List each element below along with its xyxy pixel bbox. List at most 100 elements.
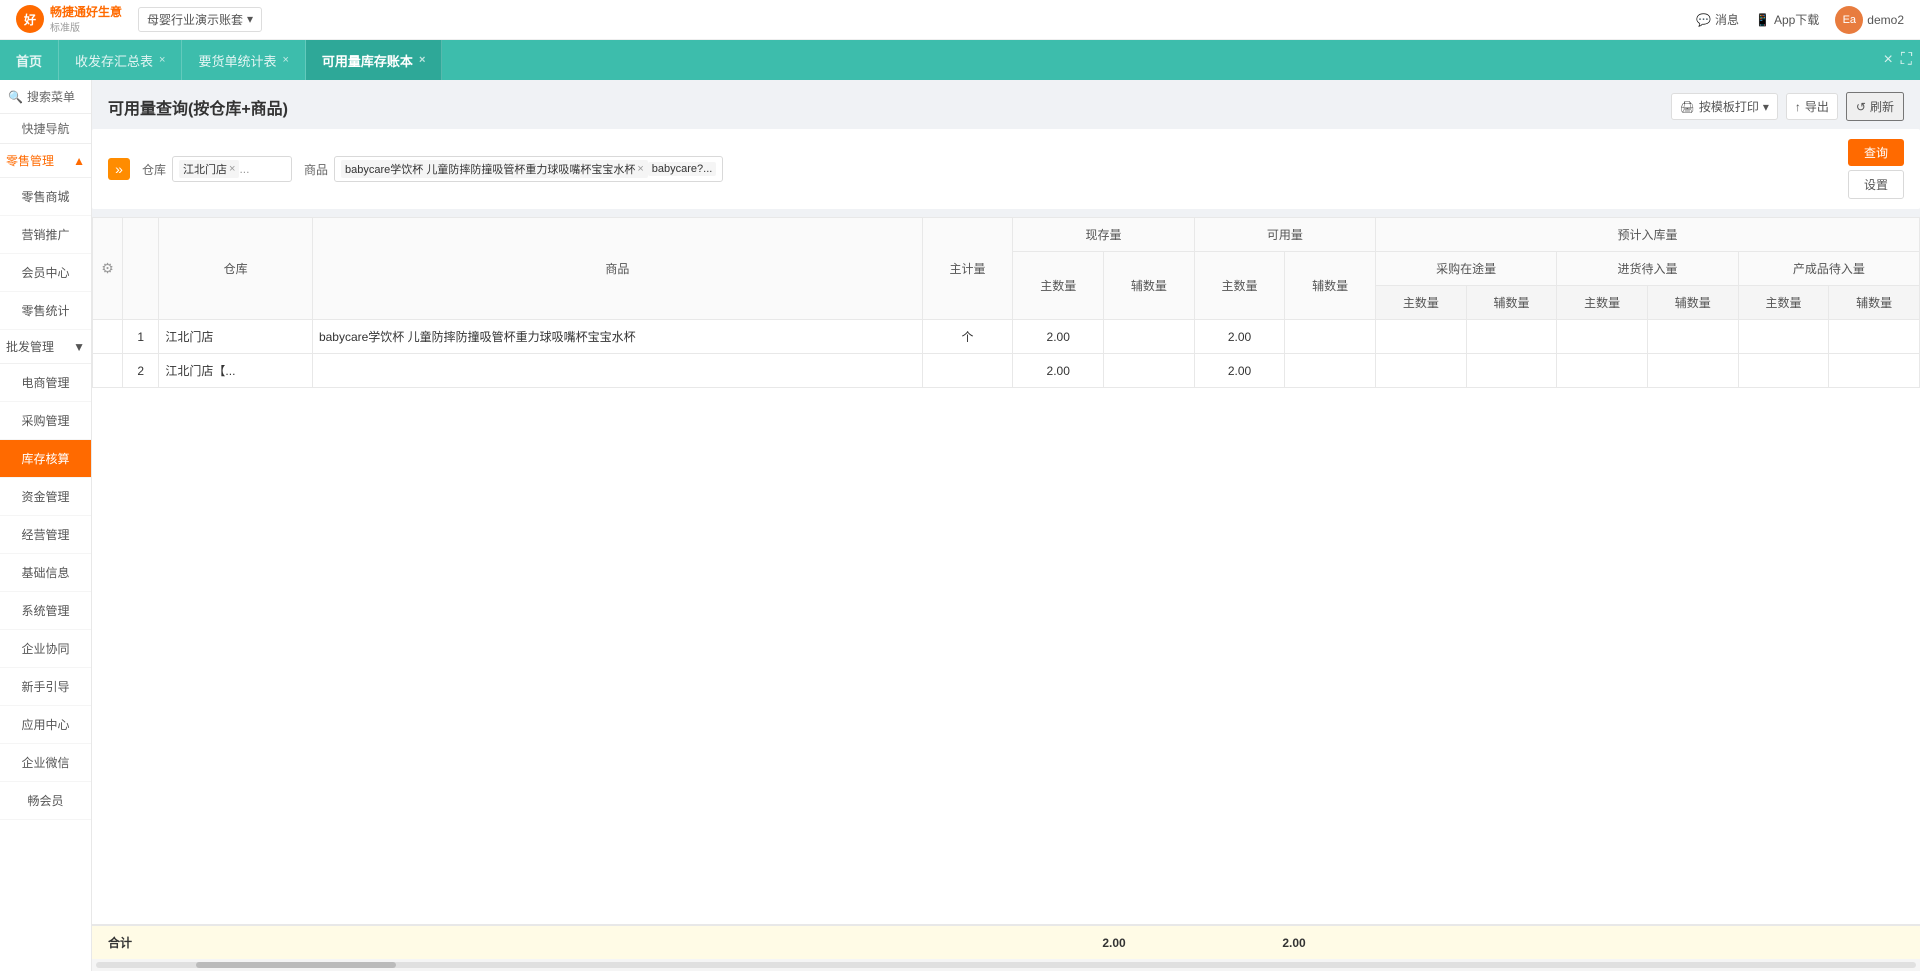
row-available-aux [1285,320,1376,354]
sidebar-item-label: 零售统计 [21,302,69,319]
sidebar-item-marketing[interactable]: 营销推广 [0,216,91,254]
row-pt-main [1376,354,1467,388]
content-area: 可用量查询(按仓库+商品) 🖨 按模板打印 ▾ ↑ 导出 ↺ 刷新 [92,80,1920,971]
product-remove-icon-1[interactable]: × [637,163,643,175]
table-row: 2 江北门店【... 2.00 2.00 [93,354,1920,388]
col-current-main-header: 主数量 [1013,252,1104,320]
sidebar-item-new-guide[interactable]: 新手引导 [0,668,91,706]
sidebar-item-retail-mgmt[interactable]: 零售管理 ▲ [0,144,91,178]
sidebar-item-app-center[interactable]: 应用中心 [0,706,91,744]
filter-expand-button[interactable]: » [108,158,130,180]
sidebar-item-vip[interactable]: 畅会员 [0,782,91,820]
logo-text-group: 畅捷通好生意 标准版 [50,5,122,34]
logo-area: 好 畅捷通好生意 标准版 [16,5,122,34]
messages-button[interactable]: 💬 消息 [1696,11,1739,28]
col-available-aux-header: 辅数量 [1285,252,1376,320]
fullscreen-icon[interactable]: ⛶ [1901,51,1912,69]
sidebar-item-label: 电商管理 [21,374,69,391]
print-button[interactable]: 🖨 按模板打印 ▾ [1671,93,1778,120]
scrollbar-thumb[interactable] [196,962,396,968]
sidebar-item-enterprise-collab[interactable]: 企业协同 [0,630,91,668]
sidebar-search-label: 搜索菜单 [27,88,75,105]
col-production-header: 产成品待入量 [1738,252,1919,286]
settings-gear-icon[interactable]: ⚙ [101,260,114,276]
warehouse-filter: 仓库 江北门店 × ... [142,156,292,182]
col-production-aux: 辅数量 [1829,286,1920,320]
row-warehouse: 江北门店【... [159,354,313,388]
sidebar-item-wholesale-mgmt[interactable]: 批发管理 ▼ [0,330,91,364]
industry-selector[interactable]: 母婴行业演示账套 ▾ [138,7,262,32]
row-inc-main [1557,354,1648,388]
row-settings [93,354,123,388]
product-tag-2: babycare?... [648,162,717,176]
sidebar-item-purchase[interactable]: 采购管理 [0,402,91,440]
sidebar-item-member[interactable]: 会员中心 [0,254,91,292]
row-index: 2 [123,354,159,388]
warehouse-ellipsis[interactable]: ... [239,162,249,176]
warehouse-remove-icon[interactable]: × [229,163,235,175]
sidebar-item-retail-mall[interactable]: 零售商城 [0,178,91,216]
print-label: 按模板打印 [1699,98,1759,115]
sidebar-item-label: 会员中心 [21,264,69,281]
product-filter: 商品 babycare学饮杯 儿童防摔防撞吸管杯重力球吸嘴杯宝宝水杯 × bab… [304,156,723,182]
filter-actions: 查询 设置 [1848,139,1904,199]
row-unit: 个 [922,320,1013,354]
sidebar-item-finance[interactable]: 资金管理 [0,478,91,516]
row-unit [922,354,1013,388]
top-bar: 好 畅捷通好生意 标准版 母婴行业演示账套 ▾ 💬 消息 📱 App下载 Ea … [0,0,1920,40]
user-name: demo2 [1867,13,1904,27]
col-warehouse-header: 仓库 [159,218,313,320]
row-inc-main [1557,320,1648,354]
row-available-aux [1285,354,1376,388]
sidebar-item-label: 企业协同 [21,640,69,657]
main-layout: 🔍 搜索菜单 快捷导航 零售管理 ▲ 零售商城 营销推广 会员中心 零售统计 批… [0,80,1920,971]
refresh-button[interactable]: ↺ 刷新 [1846,92,1904,121]
sidebar-item-retail-stats[interactable]: 零售统计 [0,292,91,330]
close-all-icon[interactable]: × [1883,51,1892,69]
query-button[interactable]: 查询 [1848,139,1904,166]
sidebar-item-ecommerce[interactable]: 电商管理 [0,364,91,402]
row-product: babycare学饮杯 儿童防摔防撞吸管杯重力球吸嘴杯宝宝水杯 [312,320,922,354]
sidebar-item-inventory[interactable]: 库存核算 [0,440,91,478]
chevron-icon: ▲ [73,154,85,168]
col-unit-header: 主计量 [922,218,1013,320]
phone-icon: 📱 [1755,13,1770,27]
col-current-stock-header: 现存量 [1013,218,1194,252]
sidebar-quick-nav[interactable]: 快捷导航 [0,114,91,144]
row-pt-aux [1466,354,1557,388]
tab-receivable-close[interactable]: × [159,55,165,66]
col-production-main: 主数量 [1738,286,1829,320]
tab-order-stats[interactable]: 要货单统计表 × [182,40,305,80]
chevron-icon: ▼ [73,340,85,354]
sidebar-item-enterprise-wechat[interactable]: 企业微信 [0,744,91,782]
sidebar-item-operations[interactable]: 经营管理 [0,516,91,554]
tab-receivable[interactable]: 收发存汇总表 × [59,40,182,80]
warehouse-input[interactable]: 江北门店 × ... [172,156,292,182]
export-button[interactable]: ↑ 导出 [1786,93,1838,120]
tab-available-stock-close[interactable]: × [419,55,425,66]
col-purchase-transit-aux: 辅数量 [1466,286,1557,320]
row-prod-main [1738,354,1829,388]
avatar: Ea [1835,6,1863,34]
col-incoming-main: 主数量 [1557,286,1648,320]
sidebar-item-system[interactable]: 系统管理 [0,592,91,630]
settings-button[interactable]: 设置 [1848,170,1904,199]
row-current-main: 2.00 [1013,354,1104,388]
sidebar-item-label: 采购管理 [21,412,69,429]
sidebar-search[interactable]: 🔍 搜索菜单 [0,80,91,114]
tab-home[interactable]: 首页 [0,40,59,80]
product-input[interactable]: babycare学饮杯 儿童防摔防撞吸管杯重力球吸嘴杯宝宝水杯 × babyca… [334,156,723,182]
sidebar-item-label: 基础信息 [21,564,69,581]
tab-order-stats-close[interactable]: × [282,55,288,66]
message-icon: 💬 [1696,13,1711,27]
row-prod-main [1738,320,1829,354]
app-download-button[interactable]: 📱 App下载 [1755,11,1819,28]
user-menu[interactable]: Ea demo2 [1835,6,1904,34]
col-current-aux-header: 辅数量 [1104,252,1195,320]
tab-available-stock[interactable]: 可用量库存账本 × [306,40,442,80]
horizontal-scrollbar[interactable] [92,959,1920,971]
sidebar-item-basic-info[interactable]: 基础信息 [0,554,91,592]
quick-nav-label: 快捷导航 [21,120,69,137]
col-settings[interactable]: ⚙ [93,218,123,320]
tab-home-label: 首页 [16,51,42,70]
